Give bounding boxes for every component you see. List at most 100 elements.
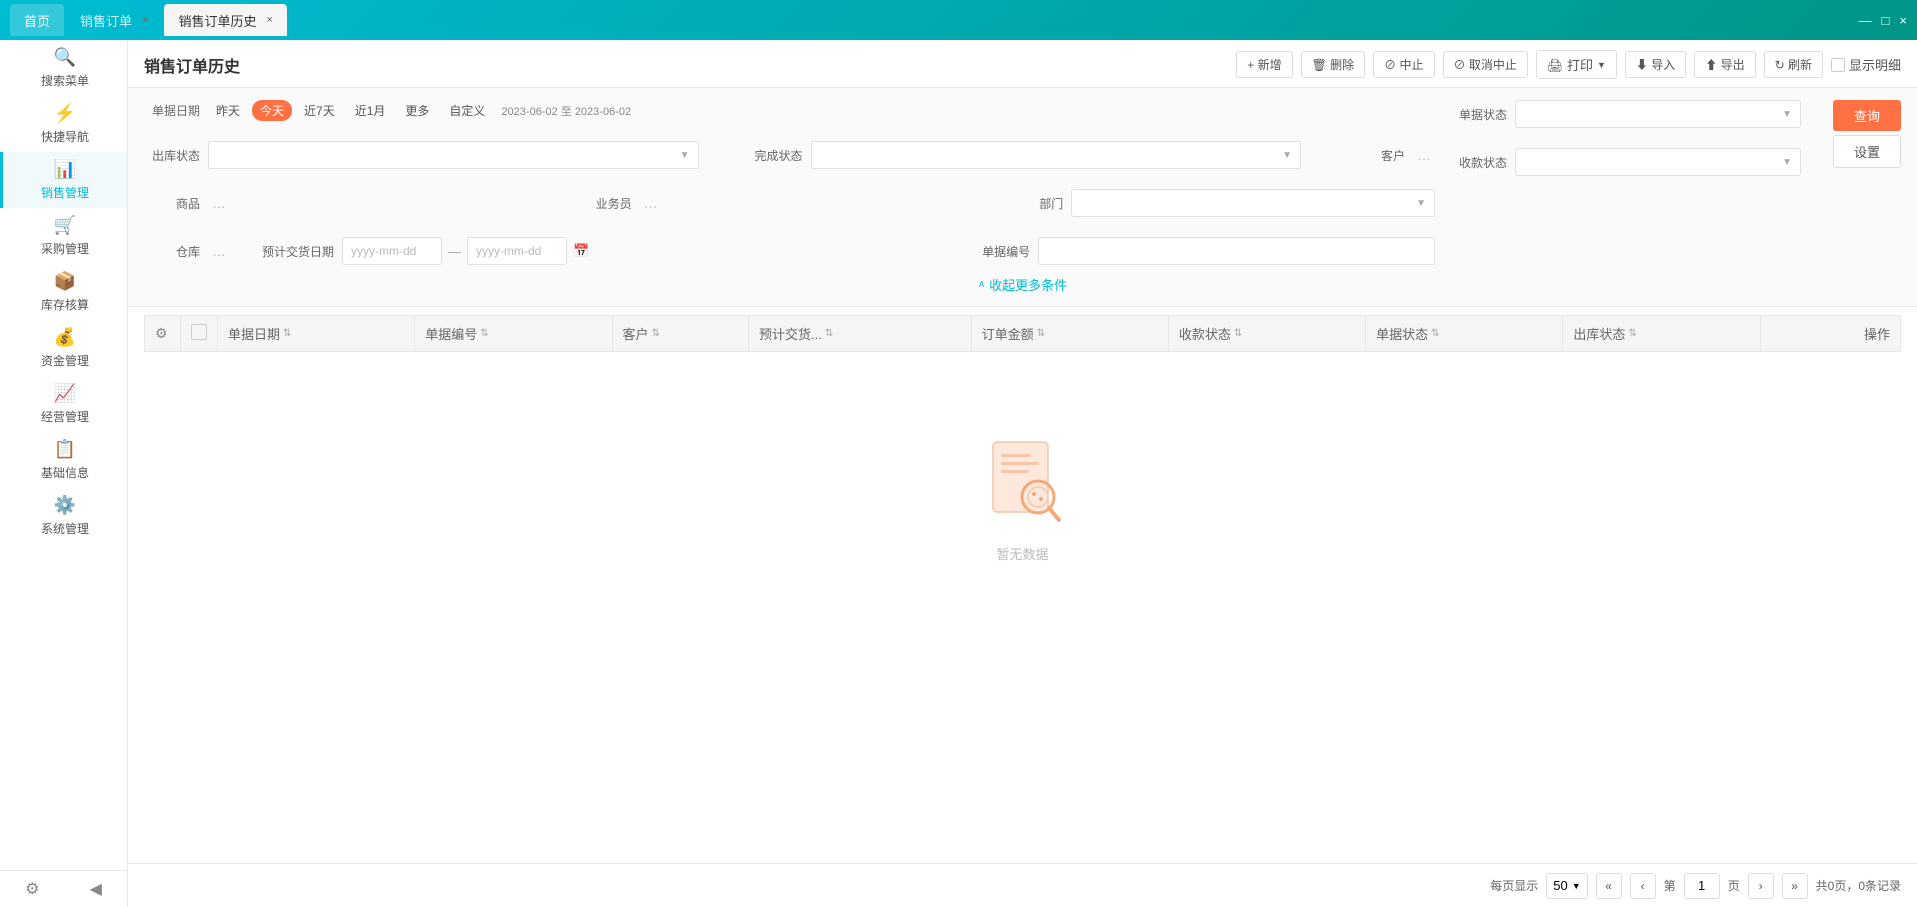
warehouse-selector[interactable]: … <box>208 243 230 259</box>
salesperson-selector[interactable]: … <box>640 195 662 211</box>
last-page-btn[interactable]: » <box>1782 873 1808 899</box>
date-tab-custom[interactable]: 自定义 <box>441 100 493 121</box>
date-filter: 昨天 今天 近7天 近1月 更多 自定义 2023-06-02 至 2023-0… <box>208 100 1435 121</box>
receipt-status-select[interactable]: ▼ <box>1515 148 1801 176</box>
sidebar-item-sales-mgmt[interactable]: 📊 销售管理 <box>0 152 127 208</box>
sidebar-item-label-purchase-mgmt: 采购管理 <box>41 240 89 257</box>
order-number-label: 单据编号 <box>974 243 1030 260</box>
th-receipt-status[interactable]: 收款状态 ⇅ <box>1168 316 1365 352</box>
sidebar-item-search-menu[interactable]: 🔍 搜索菜单 <box>0 40 127 96</box>
collapse-row[interactable]: ∧ 收起更多条件 <box>144 275 1901 294</box>
date-tab-yesterday[interactable]: 昨天 <box>208 100 248 121</box>
per-page-select[interactable]: 50 ▼ <box>1546 873 1587 899</box>
settings-btn[interactable]: 设置 <box>1833 135 1901 168</box>
sidebar-item-operation[interactable]: 📈 经营管理 <box>0 376 127 432</box>
th-number-label: 单据编号 <box>425 324 477 343</box>
tab-home[interactable]: 首页 <box>10 4 64 36</box>
sidebar-item-quick-nav[interactable]: ⚡ 快捷导航 <box>0 96 127 152</box>
filter-row-goods: 商品 … 业务员 … 部门 ▼ <box>144 189 1435 217</box>
th-customer-sort[interactable]: 客户 ⇅ <box>623 324 739 343</box>
tab-sales-order-history[interactable]: 销售订单历史 × <box>164 4 286 36</box>
window-maximize-btn[interactable]: □ <box>1882 13 1890 28</box>
department-select[interactable]: ▼ <box>1071 189 1435 217</box>
date-range-separator: — <box>442 244 467 259</box>
table-header-row: ⚙ 单据日期 ⇅ <box>145 316 1901 352</box>
th-number[interactable]: 单据编号 ⇅ <box>415 316 612 352</box>
top-bar: 首页 销售订单 × 销售订单历史 × — □ × <box>0 0 1917 40</box>
window-minimize-btn[interactable]: — <box>1859 13 1872 28</box>
print-btn[interactable]: 🖨 打印 ▼ <box>1536 50 1617 79</box>
complete-status-label: 完成状态 <box>747 147 803 164</box>
date-calendar-icon[interactable]: 📅 <box>567 243 595 259</box>
th-outbound-status-sort[interactable]: 出库状态 ⇅ <box>1573 324 1749 343</box>
customer-label: 客户 <box>1349 147 1405 164</box>
page-header: 销售订单历史 + 新增 🗑 删除 ⊘ 中止 ⊘ 取消中止 🖨 打印 ▼ ⬇ 导入… <box>128 40 1917 88</box>
tab-sales-order-history-label: 销售订单历史 <box>178 11 256 30</box>
sidebar-item-system[interactable]: ⚙️ 系统管理 <box>0 488 127 544</box>
tab-sales-order-close[interactable]: × <box>142 14 148 26</box>
sidebar-item-inventory[interactable]: 📦 库存核算 <box>0 264 127 320</box>
date-tab-7days[interactable]: 近7天 <box>296 100 343 121</box>
order-status-select[interactable]: ▼ <box>1515 100 1801 128</box>
sidebar: 🔍 搜索菜单 ⚡ 快捷导航 📊 销售管理 🛒 采购管理 📦 库存核算 💰 资金管… <box>0 40 128 907</box>
page-title: 销售订单历史 <box>144 53 240 77</box>
th-receipt-status-sort[interactable]: 收款状态 ⇅ <box>1179 324 1355 343</box>
print-btn-label: 🖨 打印 <box>1547 55 1593 74</box>
date-tab-1month[interactable]: 近1月 <box>347 100 394 121</box>
tab-sales-order-history-close[interactable]: × <box>266 14 272 26</box>
th-expected-delivery-sort[interactable]: 预计交货... ⇅ <box>759 324 961 343</box>
new-btn[interactable]: + 新增 <box>1236 51 1292 78</box>
th-settings[interactable]: ⚙ <box>145 316 181 352</box>
sidebar-item-basic-info[interactable]: 📋 基础信息 <box>0 432 127 488</box>
th-date-sort[interactable]: 单据日期 ⇅ <box>228 324 404 343</box>
outbound-status-select[interactable]: ▼ <box>208 141 699 169</box>
date-tab-today[interactable]: 今天 <box>252 100 292 121</box>
sidebar-item-label-system: 系统管理 <box>41 520 89 537</box>
goods-selector[interactable]: … <box>208 195 230 211</box>
delete-btn[interactable]: 🗑 删除 <box>1301 51 1366 78</box>
sidebar-collapse-btn[interactable]: ◀ <box>90 879 102 899</box>
th-customer-sort-icon: ⇅ <box>652 328 660 339</box>
show-details-checkbox[interactable] <box>1831 58 1845 72</box>
date-to-input[interactable] <box>467 237 567 265</box>
sidebar-item-label-inventory: 库存核算 <box>41 296 89 313</box>
current-page[interactable]: 1 <box>1684 873 1720 899</box>
date-tab-more[interactable]: 更多 <box>397 100 437 121</box>
tab-sales-order[interactable]: 销售订单 × <box>66 4 162 36</box>
receipt-status-label: 收款状态 <box>1451 154 1507 171</box>
th-order-amount-sort[interactable]: 订单金额 ⇅ <box>982 324 1158 343</box>
sidebar-item-purchase-mgmt[interactable]: 🛒 采购管理 <box>0 208 127 264</box>
th-order-status-sort[interactable]: 单据状态 ⇅ <box>1376 324 1552 343</box>
order-number-input[interactable] <box>1038 237 1435 265</box>
th-order-status[interactable]: 单据状态 ⇅ <box>1366 316 1563 352</box>
date-range-value: 2023-06-02 至 2023-06-02 <box>501 103 631 119</box>
refresh-btn[interactable]: ↻ 刷新 <box>1764 51 1823 78</box>
customer-selector[interactable]: … <box>1413 147 1435 163</box>
query-btn[interactable]: 查询 <box>1833 100 1901 131</box>
first-page-btn[interactable]: « <box>1596 873 1622 899</box>
import-btn[interactable]: ⬇ 导入 <box>1625 51 1686 78</box>
warehouse-label: 仓库 <box>144 243 200 260</box>
th-outbound-status[interactable]: 出库状态 ⇅ <box>1563 316 1760 352</box>
table-select-all-checkbox[interactable] <box>191 324 207 340</box>
th-expected-delivery[interactable]: 预计交货... ⇅ <box>749 316 972 352</box>
sidebar-item-capital[interactable]: 💰 资金管理 <box>0 320 127 376</box>
filter-row-receipt-status: 收款状态 ▼ <box>1451 148 1801 176</box>
stop-btn[interactable]: ⊘ 中止 <box>1373 51 1434 78</box>
sidebar-settings-btn[interactable]: ⚙ <box>25 879 39 899</box>
next-page-btn[interactable]: › <box>1748 873 1774 899</box>
export-btn[interactable]: ⬆ 导出 <box>1694 51 1755 78</box>
complete-status-arrow: ▼ <box>1282 150 1292 161</box>
table-settings-icon[interactable]: ⚙ <box>155 325 168 341</box>
cancel-stop-btn[interactable]: ⊘ 取消中止 <box>1443 51 1528 78</box>
window-close-btn[interactable]: × <box>1899 13 1907 28</box>
date-from-input[interactable] <box>342 237 442 265</box>
complete-status-select[interactable]: ▼ <box>811 141 1302 169</box>
th-number-sort[interactable]: 单据编号 ⇅ <box>425 324 601 343</box>
th-date[interactable]: 单据日期 ⇅ <box>218 316 415 352</box>
th-order-amount[interactable]: 订单金额 ⇅ <box>971 316 1168 352</box>
th-checkbox <box>181 316 218 352</box>
prev-page-btn[interactable]: ‹ <box>1630 873 1656 899</box>
show-details-toggle[interactable]: 显示明细 <box>1831 55 1901 74</box>
th-customer[interactable]: 客户 ⇅ <box>612 316 749 352</box>
